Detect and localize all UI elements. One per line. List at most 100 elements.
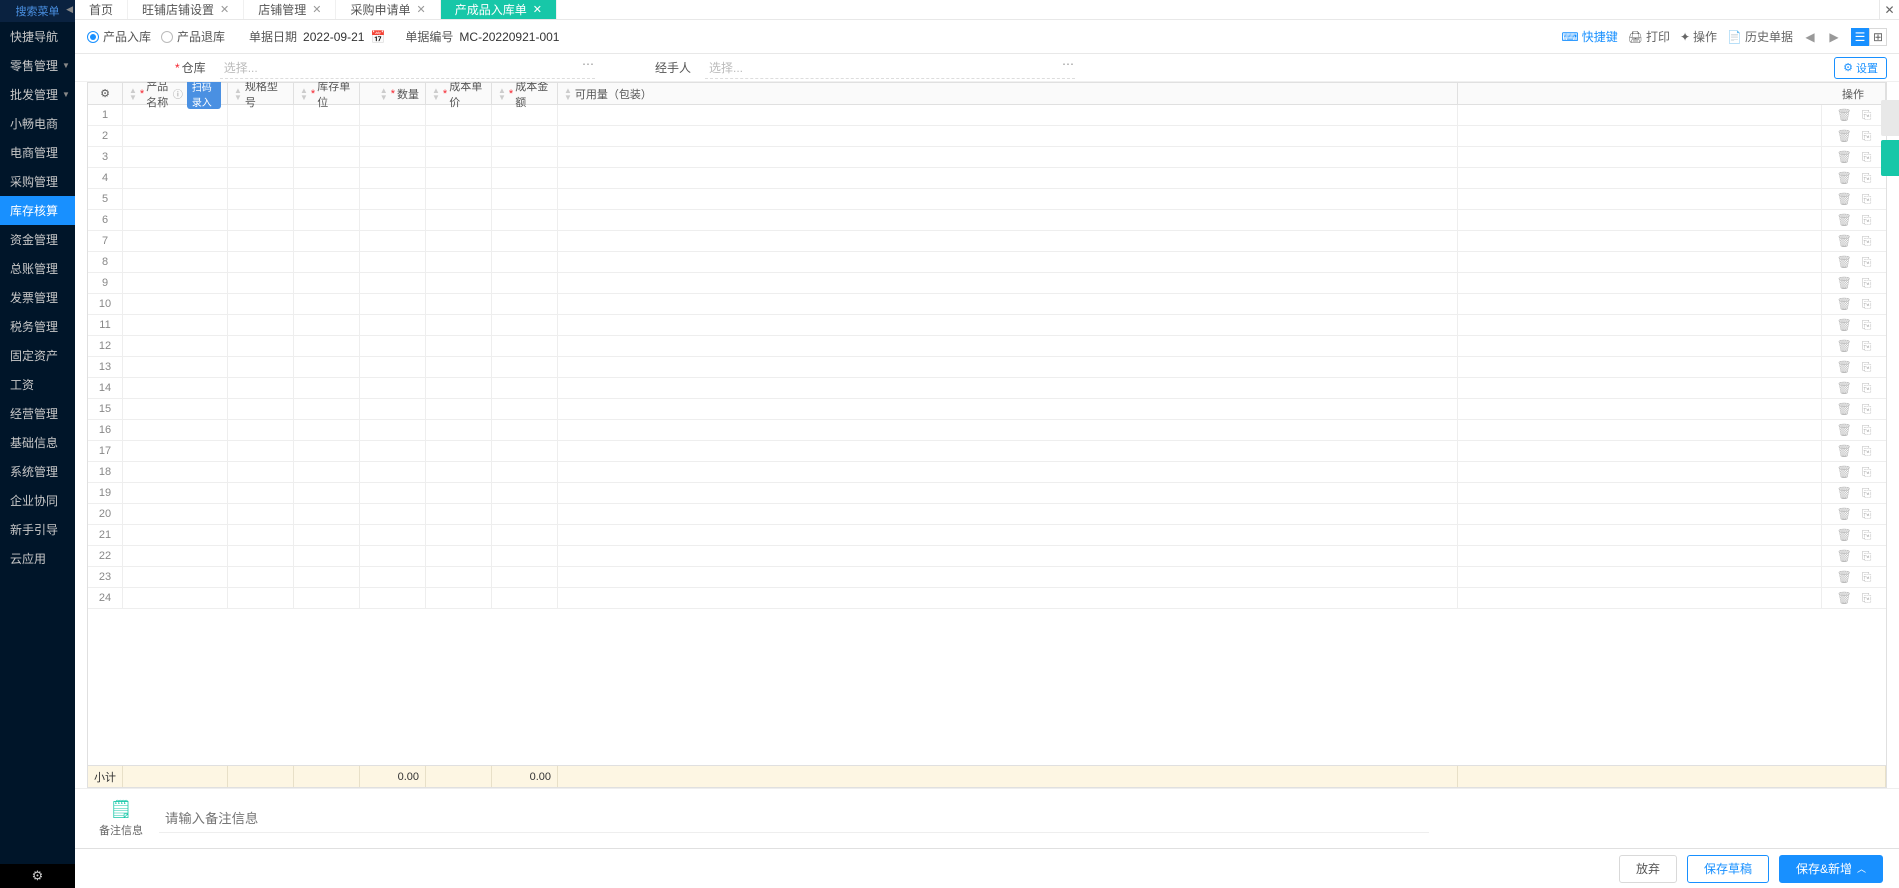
- settings-button[interactable]: ⚙ 设置: [1834, 57, 1887, 79]
- table-row[interactable]: 4🗑⎘: [88, 168, 1886, 189]
- delete-icon[interactable]: 🗑: [1837, 570, 1852, 584]
- copy-icon[interactable]: ⎘: [1862, 192, 1872, 207]
- delete-icon[interactable]: 🗑: [1837, 381, 1852, 395]
- copy-icon[interactable]: ⎘: [1862, 465, 1872, 480]
- delete-icon[interactable]: 🗑: [1837, 339, 1852, 353]
- handler-field[interactable]: 经手人 选择... ⋯: [655, 57, 1075, 79]
- table-row[interactable]: 20🗑⎘: [88, 504, 1886, 525]
- col-qty[interactable]: ▲▼*数量: [360, 83, 426, 104]
- table-row[interactable]: 8🗑⎘: [88, 252, 1886, 273]
- table-row[interactable]: 5🗑⎘: [88, 189, 1886, 210]
- sidebar-item-6[interactable]: 库存核算: [0, 196, 75, 225]
- delete-icon[interactable]: 🗑: [1837, 360, 1852, 374]
- radio-product-in[interactable]: 产品入库: [87, 28, 151, 45]
- copy-icon[interactable]: ⎘: [1862, 549, 1872, 564]
- tab-4[interactable]: 产成品入库单✕: [441, 0, 557, 19]
- view-list[interactable]: ☰: [1851, 28, 1869, 46]
- col-spec[interactable]: ▲▼规格型号: [228, 83, 294, 104]
- radio-product-out[interactable]: 产品退库: [161, 28, 225, 45]
- copy-icon[interactable]: ⎘: [1862, 129, 1872, 144]
- copy-icon[interactable]: ⎘: [1862, 570, 1872, 585]
- discard-button[interactable]: 放弃: [1619, 855, 1677, 883]
- sidebar-item-11[interactable]: 固定资产: [0, 341, 75, 370]
- copy-icon[interactable]: ⎘: [1862, 402, 1872, 417]
- table-row[interactable]: 19🗑⎘: [88, 483, 1886, 504]
- prev-icon[interactable]: ◀: [1803, 30, 1817, 44]
- copy-icon[interactable]: ⎘: [1862, 423, 1872, 438]
- warehouse-field[interactable]: *仓库 选择... ⋯: [175, 57, 595, 79]
- table-row[interactable]: 12🗑⎘: [88, 336, 1886, 357]
- tab-3[interactable]: 采购申请单✕: [336, 0, 440, 19]
- sidebar-item-10[interactable]: 税务管理: [0, 312, 75, 341]
- close-icon[interactable]: ✕: [312, 3, 321, 16]
- delete-icon[interactable]: 🗑: [1837, 486, 1852, 500]
- table-row[interactable]: 23🗑⎘: [88, 567, 1886, 588]
- copy-icon[interactable]: ⎘: [1862, 255, 1872, 270]
- sidebar-item-1[interactable]: 零售管理▼: [0, 51, 75, 80]
- copy-icon[interactable]: ⎘: [1862, 318, 1872, 333]
- history-link[interactable]: 📄 历史单据: [1727, 28, 1793, 45]
- delete-icon[interactable]: 🗑: [1837, 549, 1852, 563]
- delete-icon[interactable]: 🗑: [1837, 129, 1852, 143]
- handler-input[interactable]: 选择... ⋯: [705, 57, 1075, 79]
- table-row[interactable]: 11🗑⎘: [88, 315, 1886, 336]
- copy-icon[interactable]: ⎘: [1862, 108, 1872, 123]
- table-row[interactable]: 16🗑⎘: [88, 420, 1886, 441]
- save-new-button[interactable]: 保存&新增︿: [1779, 855, 1883, 883]
- table-row[interactable]: 3🗑⎘: [88, 147, 1886, 168]
- col-amount[interactable]: ▲▼*成本金额: [492, 83, 558, 104]
- table-row[interactable]: 7🗑⎘: [88, 231, 1886, 252]
- info-icon[interactable]: ⓘ: [173, 86, 183, 101]
- col-price[interactable]: ▲▼*成本单价: [426, 83, 492, 104]
- copy-icon[interactable]: ⎘: [1862, 507, 1872, 522]
- sidebar-item-8[interactable]: 总账管理: [0, 254, 75, 283]
- sidebar-item-15[interactable]: 系统管理: [0, 457, 75, 486]
- table-row[interactable]: 14🗑⎘: [88, 378, 1886, 399]
- next-icon[interactable]: ▶: [1827, 30, 1841, 44]
- table-row[interactable]: 17🗑⎘: [88, 441, 1886, 462]
- copy-icon[interactable]: ⎘: [1862, 486, 1872, 501]
- copy-icon[interactable]: ⎘: [1862, 591, 1872, 606]
- ellipsis-icon[interactable]: ⋯: [582, 57, 593, 71]
- copy-icon[interactable]: ⎘: [1862, 276, 1872, 291]
- sidebar-item-7[interactable]: 资金管理: [0, 225, 75, 254]
- delete-icon[interactable]: 🗑: [1837, 192, 1852, 206]
- warehouse-input[interactable]: 选择... ⋯: [220, 57, 595, 79]
- delete-icon[interactable]: 🗑: [1837, 234, 1852, 248]
- table-row[interactable]: 22🗑⎘: [88, 546, 1886, 567]
- shortcut-link[interactable]: ⌨ 快捷键: [1561, 28, 1617, 45]
- copy-icon[interactable]: ⎘: [1862, 339, 1872, 354]
- table-row[interactable]: 6🗑⎘: [88, 210, 1886, 231]
- sidebar-item-14[interactable]: 基础信息: [0, 428, 75, 457]
- delete-icon[interactable]: 🗑: [1837, 507, 1852, 521]
- table-row[interactable]: 1🗑⎘: [88, 105, 1886, 126]
- copy-icon[interactable]: ⎘: [1862, 171, 1872, 186]
- collapse-icon[interactable]: ◀: [66, 4, 73, 15]
- copy-icon[interactable]: ⎘: [1862, 360, 1872, 375]
- sidebar-item-9[interactable]: 发票管理: [0, 283, 75, 312]
- delete-icon[interactable]: 🗑: [1837, 276, 1852, 290]
- date-value[interactable]: 2022-09-21: [303, 30, 364, 44]
- copy-icon[interactable]: ⎘: [1862, 150, 1872, 165]
- ellipsis-icon[interactable]: ⋯: [1062, 57, 1073, 71]
- delete-icon[interactable]: 🗑: [1837, 528, 1852, 542]
- col-name[interactable]: ▲▼*产品名称ⓘ扫码录入: [123, 83, 228, 104]
- table-row[interactable]: 9🗑⎘: [88, 273, 1886, 294]
- delete-icon[interactable]: 🗑: [1837, 318, 1852, 332]
- delete-icon[interactable]: 🗑: [1837, 297, 1852, 311]
- save-draft-button[interactable]: 保存草稿: [1687, 855, 1769, 883]
- sidebar-item-17[interactable]: 新手引导: [0, 515, 75, 544]
- close-icon[interactable]: ✕: [220, 3, 229, 16]
- delete-icon[interactable]: 🗑: [1837, 591, 1852, 605]
- copy-icon[interactable]: ⎘: [1862, 381, 1872, 396]
- rail-tab-2[interactable]: [1881, 140, 1899, 176]
- tab-1[interactable]: 旺铺店铺设置✕: [128, 0, 244, 19]
- table-row[interactable]: 15🗑⎘: [88, 399, 1886, 420]
- tab-0[interactable]: 首页: [75, 0, 128, 19]
- delete-icon[interactable]: 🗑: [1837, 255, 1852, 269]
- calendar-icon[interactable]: 📅: [370, 30, 385, 44]
- delete-icon[interactable]: 🗑: [1837, 423, 1852, 437]
- delete-icon[interactable]: 🗑: [1837, 171, 1852, 185]
- table-row[interactable]: 18🗑⎘: [88, 462, 1886, 483]
- sidebar-item-3[interactable]: 小畅电商: [0, 109, 75, 138]
